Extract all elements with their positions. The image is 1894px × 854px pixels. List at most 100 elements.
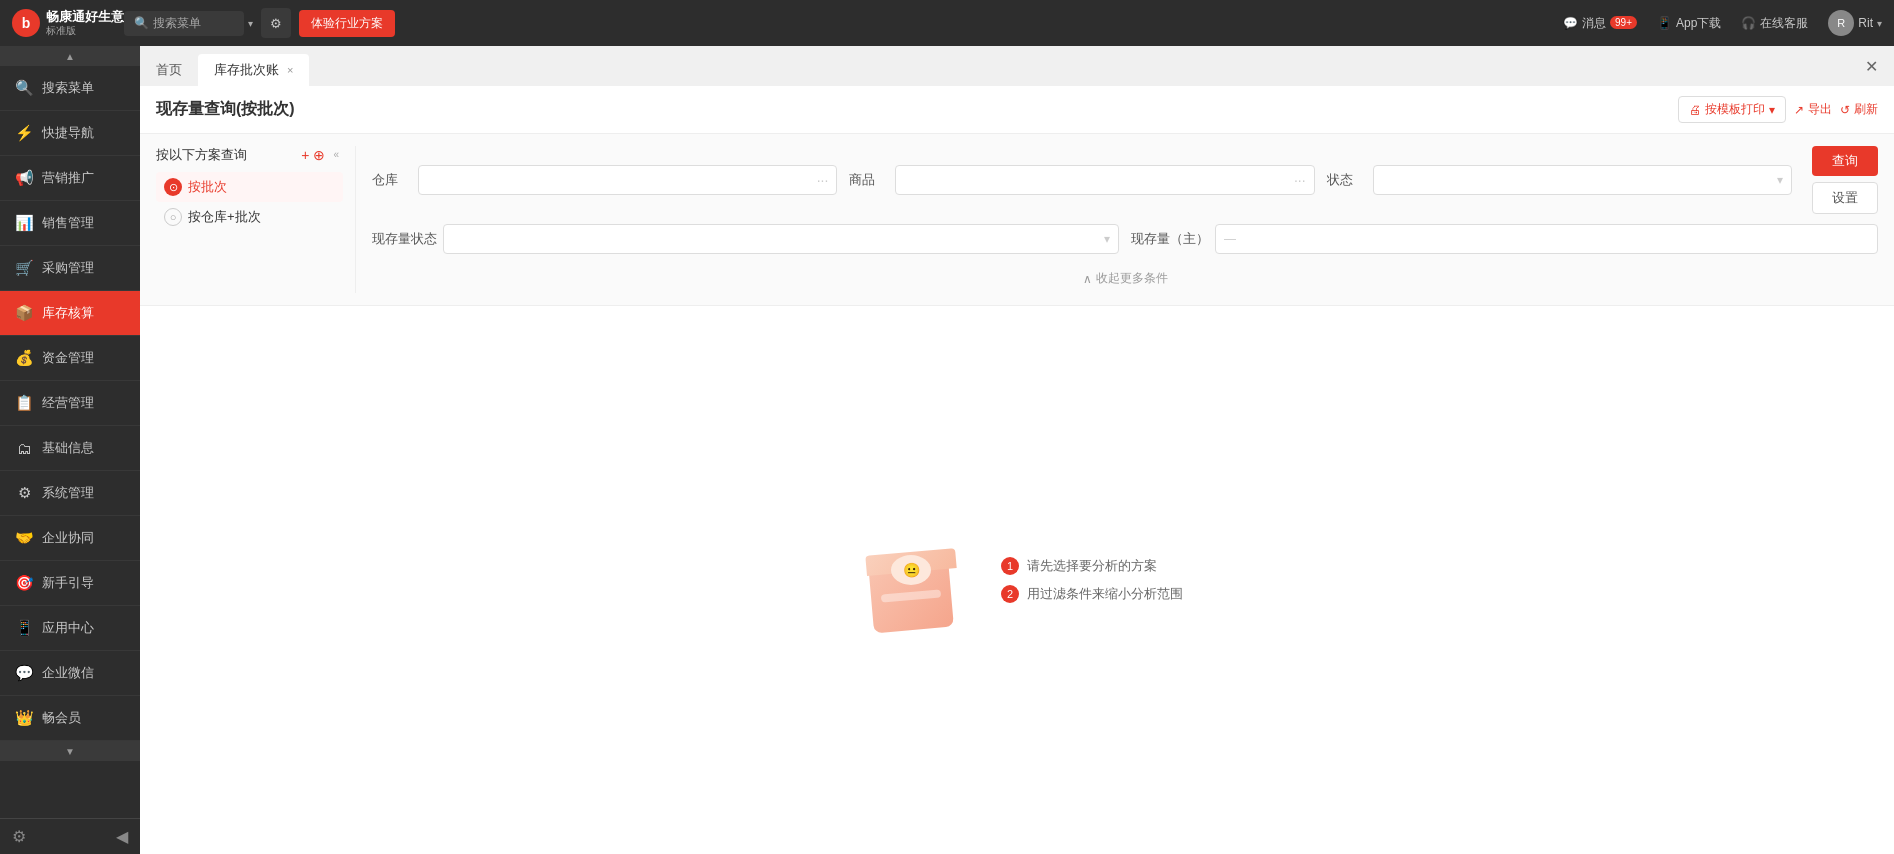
stock-qty-label: 现存量（主） [1131, 230, 1209, 248]
online-service-item[interactable]: 🎧 在线客服 [1741, 15, 1808, 32]
sidebar-item-operations[interactable]: 📋 经营管理 [0, 381, 140, 426]
sidebar-item-basic[interactable]: 🗂 基础信息 [0, 426, 140, 471]
warehouse-field: 仓库 ··· [372, 165, 837, 195]
filter-row-2: 现存量状态 ▾ 现存量（主） — [372, 224, 1878, 254]
app-version: 标准版 [46, 25, 124, 37]
sidebar-item-label-app-center: 应用中心 [42, 619, 94, 637]
filter-area: 按以下方案查询 + ⊕ « ⊙ 按批次 ○ 按仓库+批次 [140, 134, 1894, 306]
menu-search-box[interactable]: 🔍 搜索菜单 [124, 11, 244, 36]
tab-home[interactable]: 首页 [140, 54, 198, 86]
filter-scheme-title-text: 按以下方案查询 [156, 146, 247, 164]
app-download-item[interactable]: 📱 App下载 [1657, 15, 1721, 32]
sidebar-item-enterprise-wechat[interactable]: 💬 企业微信 [0, 651, 140, 696]
close-icon: ✕ [1865, 57, 1878, 76]
sidebar-item-label-basic: 基础信息 [42, 439, 94, 457]
stock-status-select[interactable]: ▾ [443, 224, 1119, 254]
empty-tip-1: 1 请先选择要分析的方案 [1001, 557, 1183, 575]
sales-icon: 📊 [14, 213, 34, 233]
stock-qty-field: 现存量（主） — [1131, 224, 1878, 254]
experience-btn[interactable]: 体验行业方案 [299, 10, 395, 37]
tip-1-text: 请先选择要分析的方案 [1027, 557, 1157, 575]
main-layout: ▲ 🔍 搜索菜单 ⚡ 快捷导航 📢 营销推广 📊 销售管理 🛒 采购管理 📦 库… [0, 46, 1894, 854]
sidebar-item-member[interactable]: 👑 畅会员 [0, 696, 140, 741]
scheme-collapse-icon[interactable]: « [329, 147, 343, 163]
top-settings-button[interactable]: ⚙ [261, 8, 291, 38]
app-download-label: App下载 [1676, 15, 1721, 32]
sidebar-item-label-search: 搜索菜单 [42, 79, 94, 97]
sidebar-item-finance[interactable]: 💰 资金管理 [0, 336, 140, 381]
status-select[interactable]: ▾ [1373, 165, 1792, 195]
sidebar-item-search[interactable]: 🔍 搜索菜单 [0, 66, 140, 111]
search-icon: 🔍 [134, 16, 149, 30]
sidebar-item-quick-nav[interactable]: ⚡ 快捷导航 [0, 111, 140, 156]
empty-face: 😐 [891, 555, 931, 585]
logo-text: 畅康通好生意 标准版 [46, 9, 124, 37]
sidebar-scroll-down[interactable]: ▼ [0, 741, 140, 761]
sidebar-item-label-purchase: 采购管理 [42, 259, 94, 277]
collapse-more-button[interactable]: ∧ 收起更多条件 [372, 264, 1878, 293]
top-bar: b 畅康通好生意 标准版 🔍 搜索菜单 ▾ ⚙ 体验行业方案 💬 消息 99 📱… [0, 0, 1894, 46]
sidebar-item-label-operations: 经营管理 [42, 394, 94, 412]
sidebar-item-marketing[interactable]: 📢 营销推广 [0, 156, 140, 201]
messages-item[interactable]: 💬 消息 99 [1563, 15, 1637, 32]
online-service-label: 在线客服 [1760, 15, 1808, 32]
member-icon: 👑 [14, 708, 34, 728]
sidebar-item-app-center[interactable]: 📱 应用中心 [0, 606, 140, 651]
messages-label: 消息 [1582, 15, 1606, 32]
purchase-icon: 🛒 [14, 258, 34, 278]
sidebar-item-inventory[interactable]: 📦 库存核算 [0, 291, 140, 336]
search-placeholder: 搜索菜单 [153, 15, 201, 32]
empty-state: 😐 1 请先选择要分析的方案 2 用过滤条件来缩小分析范围 [140, 306, 1894, 854]
scheme-item-batch[interactable]: ⊙ 按批次 [156, 172, 343, 202]
template-print-button[interactable]: 🖨 按模板打印 ▾ [1678, 96, 1786, 123]
warehouse-input[interactable]: ··· [418, 165, 837, 195]
sidebar-item-sales[interactable]: 📊 销售管理 [0, 201, 140, 246]
refresh-button[interactable]: ↺ 刷新 [1840, 101, 1878, 118]
app-name: 畅康通好生意 [46, 9, 124, 25]
stock-status-field: 现存量状态 ▾ [372, 224, 1119, 254]
tab-close-inventory-batch[interactable]: × [287, 64, 293, 76]
tip-1-num: 1 [1001, 557, 1019, 575]
logo-icon: b [12, 9, 40, 37]
scheme-item-warehouse-batch[interactable]: ○ 按仓库+批次 [156, 202, 343, 232]
scheme-batch-label: 按批次 [188, 178, 227, 196]
filter-settings-button[interactable]: 设置 [1812, 182, 1878, 214]
export-button[interactable]: ↗ 导出 [1794, 101, 1832, 118]
filter-scheme-actions: + ⊕ « [301, 147, 343, 163]
user-name: Rit [1858, 16, 1873, 30]
collapse-more-icon: ∧ [1083, 272, 1092, 286]
user-item[interactable]: R Rit ▾ [1828, 10, 1882, 36]
basic-icon: 🗂 [14, 438, 34, 458]
sidebar-item-system[interactable]: ⚙ 系统管理 [0, 471, 140, 516]
stock-qty-dash: — [1224, 232, 1236, 246]
top-bar-right: 💬 消息 99 📱 App下载 🎧 在线客服 R Rit ▾ [1563, 10, 1882, 36]
search-chevron[interactable]: ▾ [248, 18, 253, 29]
sidebar-bottom-collapse-icon[interactable]: ◀ [116, 827, 128, 846]
sidebar-item-label-system: 系统管理 [42, 484, 94, 502]
sidebar-item-label-enterprise-wechat: 企业微信 [42, 664, 94, 682]
status-label: 状态 [1327, 171, 1367, 189]
sidebar: ▲ 🔍 搜索菜单 ⚡ 快捷导航 📢 营销推广 📊 销售管理 🛒 采购管理 📦 库… [0, 46, 140, 854]
add-scheme-icon[interactable]: + [301, 147, 309, 163]
sidebar-item-newbie[interactable]: 🎯 新手引导 [0, 561, 140, 606]
scheme-warehouse-batch-icon: ○ [164, 208, 182, 226]
sidebar-item-purchase[interactable]: 🛒 采购管理 [0, 246, 140, 291]
search-menu-icon: 🔍 [14, 78, 34, 98]
tab-bar-close-button[interactable]: ✕ [1849, 46, 1894, 86]
sidebar-item-enterprise[interactable]: 🤝 企业协同 [0, 516, 140, 561]
product-field: 商品 ··· [849, 165, 1314, 195]
scheme-settings-icon[interactable]: ⊕ [313, 147, 325, 163]
export-icon: ↗ [1794, 103, 1804, 117]
print-chevron-icon: ▾ [1769, 103, 1775, 117]
tab-inventory-batch[interactable]: 库存批次账 × [198, 54, 309, 86]
inventory-icon: 📦 [14, 303, 34, 323]
sidebar-item-label-newbie: 新手引导 [42, 574, 94, 592]
product-input[interactable]: ··· [895, 165, 1314, 195]
sidebar-bottom-settings-icon[interactable]: ⚙ [12, 827, 26, 846]
user-chevron: ▾ [1877, 18, 1882, 29]
stock-qty-range[interactable]: — [1215, 224, 1878, 254]
scheme-batch-icon: ⊙ [164, 178, 182, 196]
sidebar-scroll-up[interactable]: ▲ [0, 46, 140, 66]
query-button[interactable]: 查询 [1812, 146, 1878, 176]
stock-status-chevron: ▾ [1104, 232, 1110, 246]
